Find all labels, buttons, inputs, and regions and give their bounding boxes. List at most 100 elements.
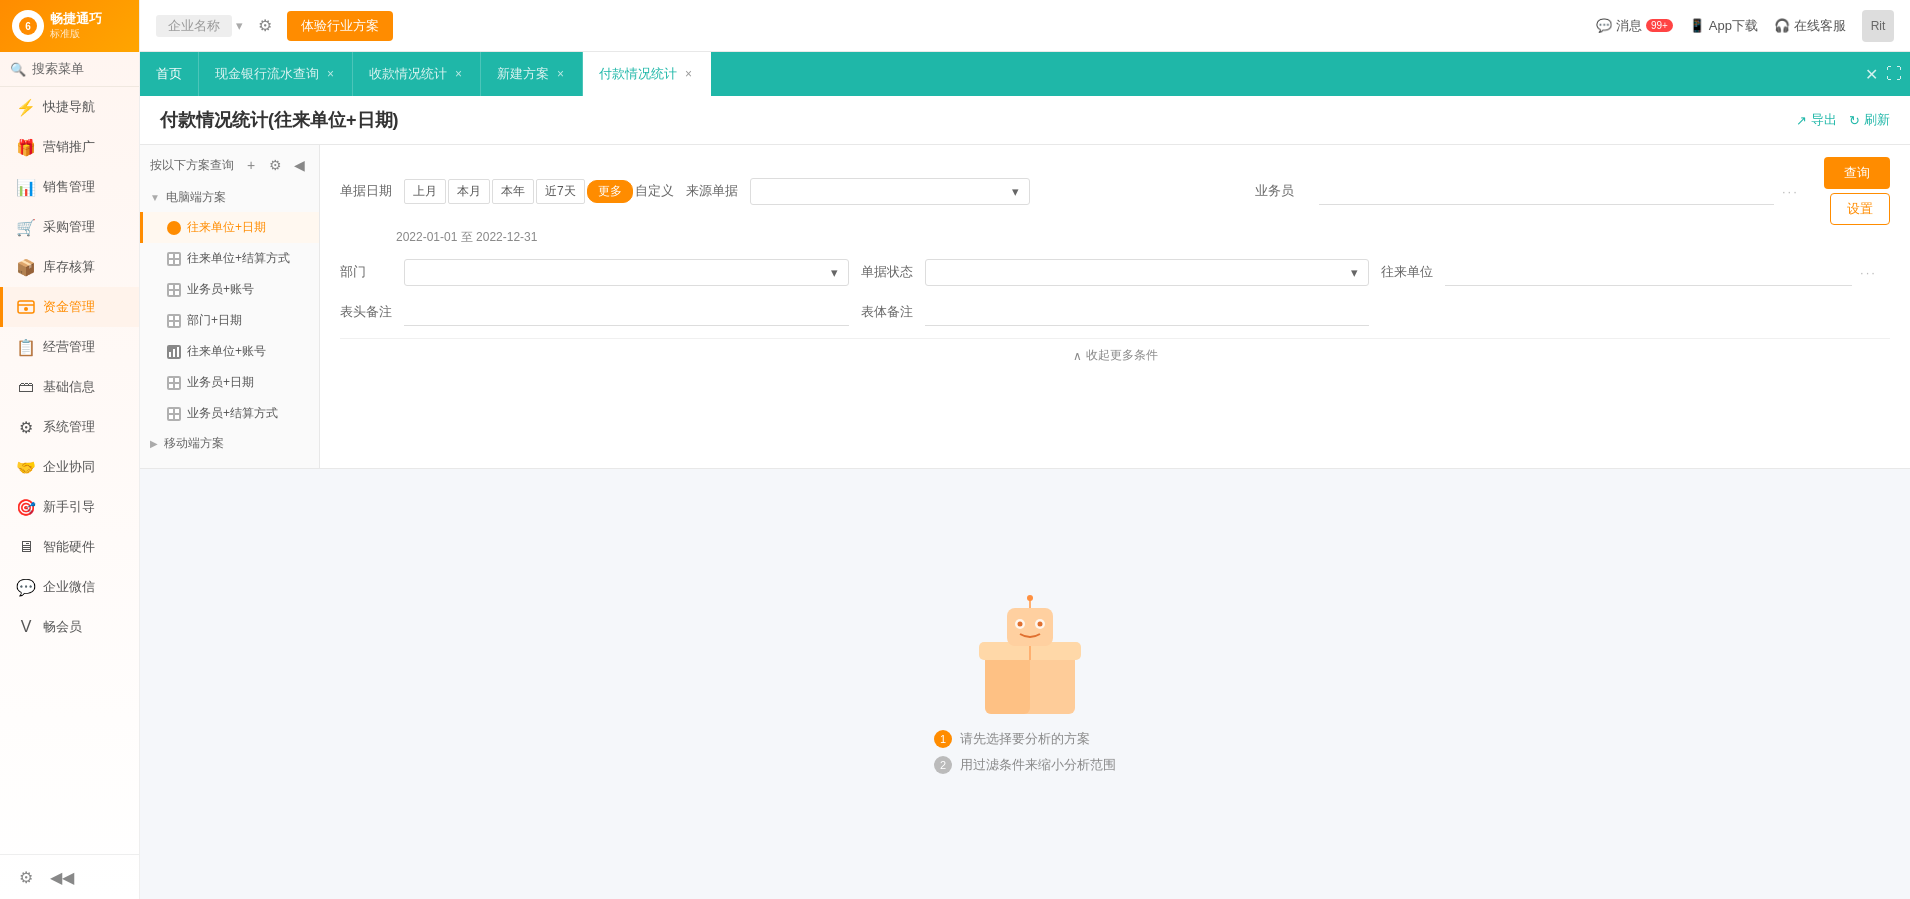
cooperation-icon: 🤝 [17, 458, 35, 476]
tab-cash-flow-close[interactable]: × [325, 67, 336, 81]
sidebar-item-label: 畅会员 [43, 618, 82, 636]
member-icon: V [17, 618, 35, 636]
collapse-bar[interactable]: ∧ 收起更多条件 [340, 338, 1890, 372]
scheme-item-dept-date[interactable]: 部门+日期 [140, 305, 319, 336]
sidebar-item-operation[interactable]: 📋 经营管理 [0, 327, 139, 367]
sidebar-item-marketing[interactable]: 🎁 营销推广 [0, 127, 139, 167]
main-area: 企业名称 ▾ ⚙ 体验行业方案 💬 消息 99+ 📱 App下载 🎧 在线客服 … [140, 0, 1910, 899]
footer-settings-icon[interactable]: ⚙ [14, 865, 38, 889]
sidebar-item-finance[interactable]: 资金管理 [0, 287, 139, 327]
scheme-item-icon-bar [167, 345, 181, 359]
scheme-item-unit-settle[interactable]: 往来单位+结算方式 [140, 243, 319, 274]
partner-more-icon[interactable]: ··· [1860, 265, 1890, 280]
sidebar-item-label: 库存核算 [43, 258, 95, 276]
query-button[interactable]: 查询 [1824, 157, 1890, 189]
tab-new-scheme[interactable]: 新建方案 × [481, 52, 583, 96]
sidebar-item-purchase[interactable]: 🛒 采购管理 [0, 207, 139, 247]
tab-close-all-icon[interactable]: ✕ [1865, 65, 1878, 84]
footer-collapse-icon[interactable]: ◀◀ [50, 865, 74, 889]
scheme-item-label: 部门+日期 [187, 312, 242, 329]
scheme-settings-button[interactable]: ⚙ [265, 155, 285, 175]
sidebar-item-cooperation[interactable]: 🤝 企业协同 [0, 447, 139, 487]
trial-btn[interactable]: 体验行业方案 [287, 11, 393, 41]
sidebar-item-label: 采购管理 [43, 218, 95, 236]
topbar: 企业名称 ▾ ⚙ 体验行业方案 💬 消息 99+ 📱 App下载 🎧 在线客服 … [140, 0, 1910, 52]
purchase-icon: 🛒 [17, 218, 35, 236]
tab-expand-icon[interactable]: ⛶ [1886, 65, 1902, 83]
sidebar-item-label: 经营管理 [43, 338, 95, 356]
voucher-status-label: 单据状态 [861, 263, 917, 281]
dept-select[interactable]: ▾ [404, 259, 849, 286]
mobile-section-toggle[interactable]: ▶ 移动端方案 [140, 429, 319, 458]
svg-rect-18 [173, 349, 175, 357]
scheme-panel-title: 按以下方案查询 [150, 157, 234, 174]
date-btn-this-month[interactable]: 本月 [448, 179, 490, 204]
date-btn-this-year[interactable]: 本年 [492, 179, 534, 204]
sidebar-item-label: 销售管理 [43, 178, 95, 196]
scheme-panel-actions: + ⚙ ◀ [241, 155, 309, 175]
add-scheme-button[interactable]: + [241, 155, 261, 175]
scheme-item-unit-account[interactable]: 往来单位+账号 [140, 336, 319, 367]
sidebar-item-inventory[interactable]: 📦 库存核算 [0, 247, 139, 287]
sidebar-item-member[interactable]: V 畅会员 [0, 607, 139, 647]
source-select[interactable]: ▾ [750, 178, 1030, 205]
tab-home[interactable]: 首页 [140, 52, 199, 96]
voucher-status-chevron: ▾ [1351, 265, 1358, 280]
scheme-item-icon-grid3 [167, 314, 181, 328]
brand-text: 畅捷通巧 标准版 [50, 11, 102, 42]
date-btn-7days[interactable]: 近7天 [536, 179, 585, 204]
scheme-item-staff-account[interactable]: 业务员+账号 [140, 274, 319, 305]
sidebar-item-hardware[interactable]: 🖥 智能硬件 [0, 527, 139, 567]
header-remark-input[interactable] [404, 298, 849, 326]
online-service-button[interactable]: 🎧 在线客服 [1774, 17, 1846, 35]
scheme-panel-header: 按以下方案查询 + ⚙ ◀ [140, 155, 319, 183]
tab-pay-stats-close[interactable]: × [683, 67, 694, 81]
company-dropdown-icon[interactable]: ▾ [236, 18, 243, 33]
sidebar-item-base-info[interactable]: 🗃 基础信息 [0, 367, 139, 407]
date-btn-more[interactable]: 更多 [587, 180, 633, 203]
scheme-item-unit-date[interactable]: 往来单位+日期 [140, 212, 319, 243]
partner-input[interactable] [1445, 258, 1852, 286]
refresh-button[interactable]: ↻ 刷新 [1849, 111, 1890, 129]
app-download-button[interactable]: 📱 App下载 [1689, 17, 1758, 35]
voucher-status-select[interactable]: ▾ [925, 259, 1370, 286]
refresh-label: 刷新 [1864, 111, 1890, 129]
sidebar-item-label: 企业微信 [43, 578, 95, 596]
date-label: 单据日期 [340, 182, 396, 200]
source-filter-group: 来源单据 ▾ [686, 178, 1243, 205]
scheme-item-staff-settle[interactable]: 业务员+结算方式 [140, 398, 319, 429]
export-label: 导出 [1811, 111, 1837, 129]
sidebar-item-quick-nav[interactable]: ⚡ 快捷导航 [0, 87, 139, 127]
tab-new-scheme-close[interactable]: × [555, 67, 566, 81]
desktop-section-toggle[interactable]: ▼ 电脑端方案 [140, 183, 319, 212]
staff-input[interactable] [1319, 177, 1774, 205]
source-label: 来源单据 [686, 182, 742, 200]
query-actions: 查询 设置 [1824, 157, 1890, 225]
scheme-item-staff-date[interactable]: 业务员+日期 [140, 367, 319, 398]
tab-pay-stats[interactable]: 付款情况统计 × [583, 52, 711, 96]
sidebar-item-guide[interactable]: 🎯 新手引导 [0, 487, 139, 527]
tab-payment-stats-close[interactable]: × [453, 67, 464, 81]
body-remark-input[interactable] [925, 298, 1370, 326]
svg-point-3 [24, 307, 28, 311]
messages-button[interactable]: 💬 消息 99+ [1596, 17, 1673, 35]
operation-icon: 📋 [17, 338, 35, 356]
partner-filter-group: 往来单位 ··· [1381, 258, 1890, 286]
tab-payment-stats[interactable]: 收款情况统计 × [353, 52, 481, 96]
avatar-text: Rit [1871, 19, 1886, 33]
sidebar-item-system[interactable]: ⚙ 系统管理 [0, 407, 139, 447]
sidebar-item-weixin[interactable]: 💬 企业微信 [0, 567, 139, 607]
topbar-settings-button[interactable]: ⚙ [251, 12, 279, 40]
staff-more-icon[interactable]: ··· [1782, 184, 1812, 199]
date-btn-last-month[interactable]: 上月 [404, 179, 446, 204]
settings-button[interactable]: 设置 [1830, 193, 1890, 225]
sidebar: 6 畅捷通巧 标准版 🔍 搜索菜单 ⚡ 快捷导航 🎁 营销推广 📊 销售管理 🛒… [0, 0, 140, 899]
sidebar-item-sales[interactable]: 📊 销售管理 [0, 167, 139, 207]
export-button[interactable]: ↗ 导出 [1796, 111, 1837, 129]
search-menu[interactable]: 🔍 搜索菜单 [0, 52, 139, 87]
scheme-collapse-button[interactable]: ◀ [289, 155, 309, 175]
staff-label: 业务员 [1255, 182, 1311, 200]
user-avatar[interactable]: Rit [1862, 10, 1894, 42]
tab-cash-flow[interactable]: 现金银行流水查询 × [199, 52, 353, 96]
quick-nav-icon: ⚡ [17, 98, 35, 116]
